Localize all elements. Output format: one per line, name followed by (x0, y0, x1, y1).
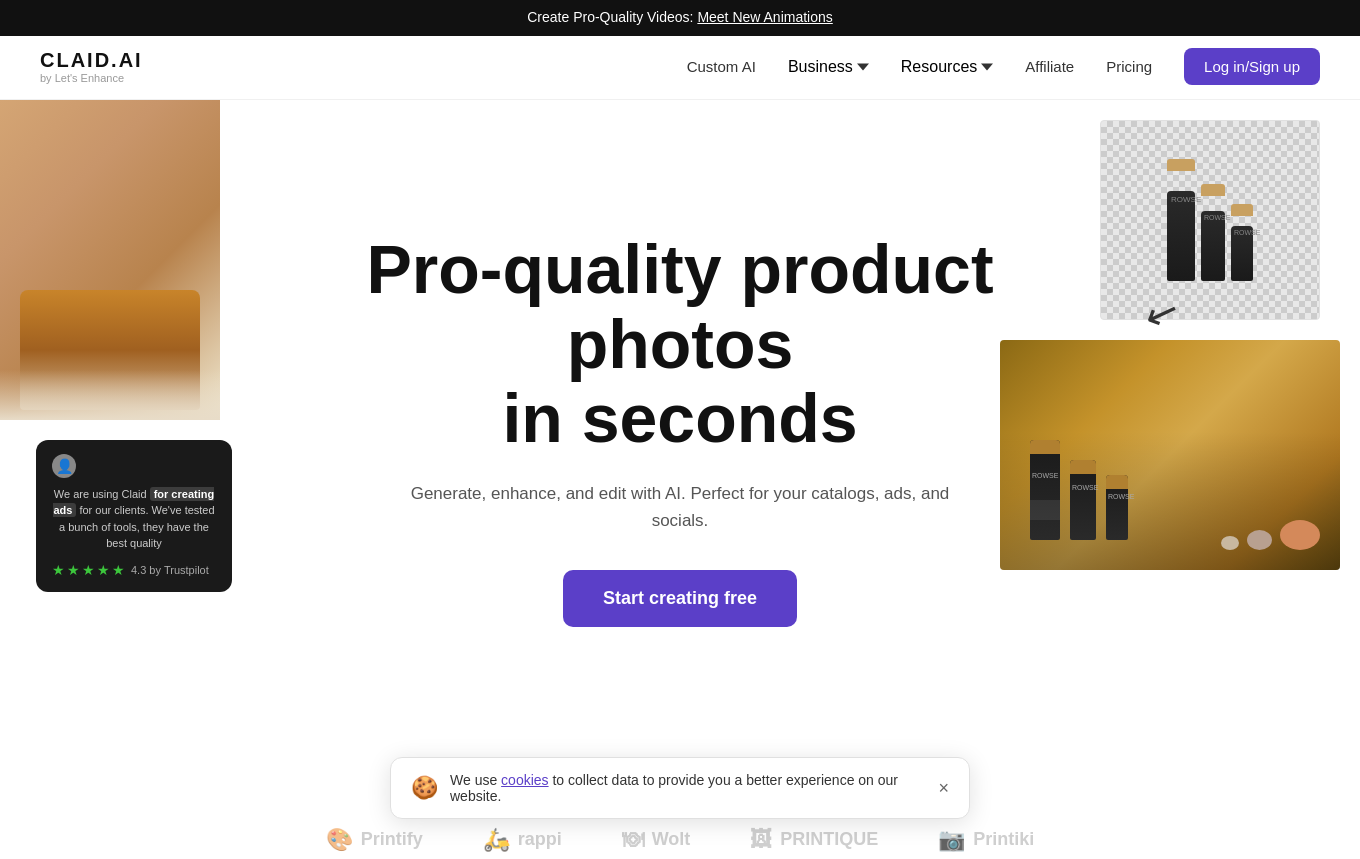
brand-printique: 🖼 PRINTIQUE (750, 827, 878, 853)
trustpilot-label: 4.3 by Trustpilot (131, 564, 209, 576)
brand-wolt: 🍽 Wolt (622, 827, 691, 853)
bottle-group-2: ROWSE (1201, 184, 1225, 281)
wolt-icon: 🍽 (622, 827, 644, 853)
hero-title: Pro-quality product photos in seconds (300, 232, 1060, 456)
reviewer-avatar: 👤 (52, 454, 76, 478)
brand-printify: 🎨 Printify (326, 827, 423, 853)
stones-decoration (1221, 520, 1320, 550)
wolt-label: Wolt (652, 829, 691, 850)
review-text: We are using Claid for creating ads for … (52, 486, 216, 552)
logo-tagline: by Let's Enhance (40, 72, 143, 85)
brand-rappi: 🛵 rappi (483, 827, 562, 853)
logo[interactable]: CLAID.AI by Let's Enhance (40, 49, 143, 85)
nav-link-affiliate[interactable]: Affiliate (1025, 58, 1074, 75)
rappi-icon: 🛵 (483, 827, 510, 853)
hero-section: 👤 We are using Claid for creating ads fo… (0, 100, 1360, 740)
nav-link-pricing[interactable]: Pricing (1106, 58, 1152, 75)
review-stars: ★ ★ ★ ★ ★ 4.3 by Trustpilot (52, 562, 216, 578)
bottle-short: ROWSE (1231, 226, 1253, 281)
platform-name: Trustpilot (164, 564, 209, 576)
nav-item-custom-ai[interactable]: Custom AI (687, 58, 756, 76)
bottle-med: ROWSE (1201, 211, 1225, 281)
star-2: ★ (67, 562, 80, 578)
review-card: 👤 We are using Claid for creating ads fo… (36, 440, 232, 592)
sofa-image (0, 100, 220, 420)
star-3: ★ (82, 562, 95, 578)
printique-icon: 🖼 (750, 827, 772, 853)
nav-item-affiliate[interactable]: Affiliate (1025, 58, 1074, 76)
cookie-link[interactable]: cookies (501, 772, 548, 788)
hero-subtitle: Generate, enhance, and edit with AI. Per… (400, 480, 960, 534)
nav-link-business[interactable]: Business (788, 58, 869, 76)
bottle-group-3: ROWSE (1231, 204, 1253, 281)
cookie-text: We use cookies to collect data to provid… (450, 772, 918, 804)
star-4: ★ (97, 562, 110, 578)
cta-button[interactable]: Start creating free (563, 570, 797, 627)
nav-link-custom-ai[interactable]: Custom AI (687, 58, 756, 75)
perfume-bottles-top: ROWSE ROWSE ROWSE (1157, 149, 1263, 291)
bottle-group-1: ROWSE (1167, 159, 1195, 281)
star-1: ★ (52, 562, 65, 578)
nav-link-resources[interactable]: Resources (901, 58, 993, 76)
printify-icon: 🎨 (326, 827, 353, 853)
banner-link[interactable]: Meet New Animations (697, 9, 832, 25)
top-banner: Create Pro-Quality Videos: Meet New Anim… (0, 0, 1360, 36)
nav-item-login[interactable]: Log in/Sign up (1184, 58, 1320, 76)
bottle-bottom-3: ROWSE (1106, 475, 1128, 540)
stone-small (1221, 536, 1239, 550)
nav-item-resources[interactable]: Resources (901, 58, 993, 76)
printiki-label: Printiki (973, 829, 1034, 850)
stone-medium (1247, 530, 1272, 550)
bottle-tall: ROWSE (1167, 191, 1195, 281)
brand-printiki: 📷 Printiki (938, 827, 1034, 853)
printify-label: Printify (361, 829, 423, 850)
star-5: ★ (112, 562, 125, 578)
bottle-bottom-2: ROWSE (1070, 460, 1096, 540)
stone-large (1280, 520, 1320, 550)
rappi-label: rappi (518, 829, 562, 850)
banner-text: Create Pro-Quality Videos: (527, 9, 697, 25)
rating-label: 4.3 by (131, 564, 161, 576)
nav-item-pricing[interactable]: Pricing (1106, 58, 1152, 76)
navbar: CLAID.AI by Let's Enhance Custom AI Busi… (0, 36, 1360, 100)
cookie-icon: 🍪 (411, 775, 438, 801)
nav-item-business[interactable]: Business (788, 58, 869, 76)
cookie-close-button[interactable]: × (938, 778, 949, 799)
login-button[interactable]: Log in/Sign up (1184, 48, 1320, 85)
nav-links: Custom AI Business Resources Affiliate P… (687, 58, 1320, 76)
printique-label: PRINTIQUE (780, 829, 878, 850)
printiki-icon: 📷 (938, 827, 965, 853)
logo-text: CLAID.AI (40, 49, 143, 72)
star-icons: ★ ★ ★ ★ ★ (52, 562, 125, 578)
perfume-top-image: ROWSE ROWSE ROWSE (1100, 120, 1320, 320)
cookie-banner: 🍪 We use cookies to collect data to prov… (390, 757, 970, 819)
